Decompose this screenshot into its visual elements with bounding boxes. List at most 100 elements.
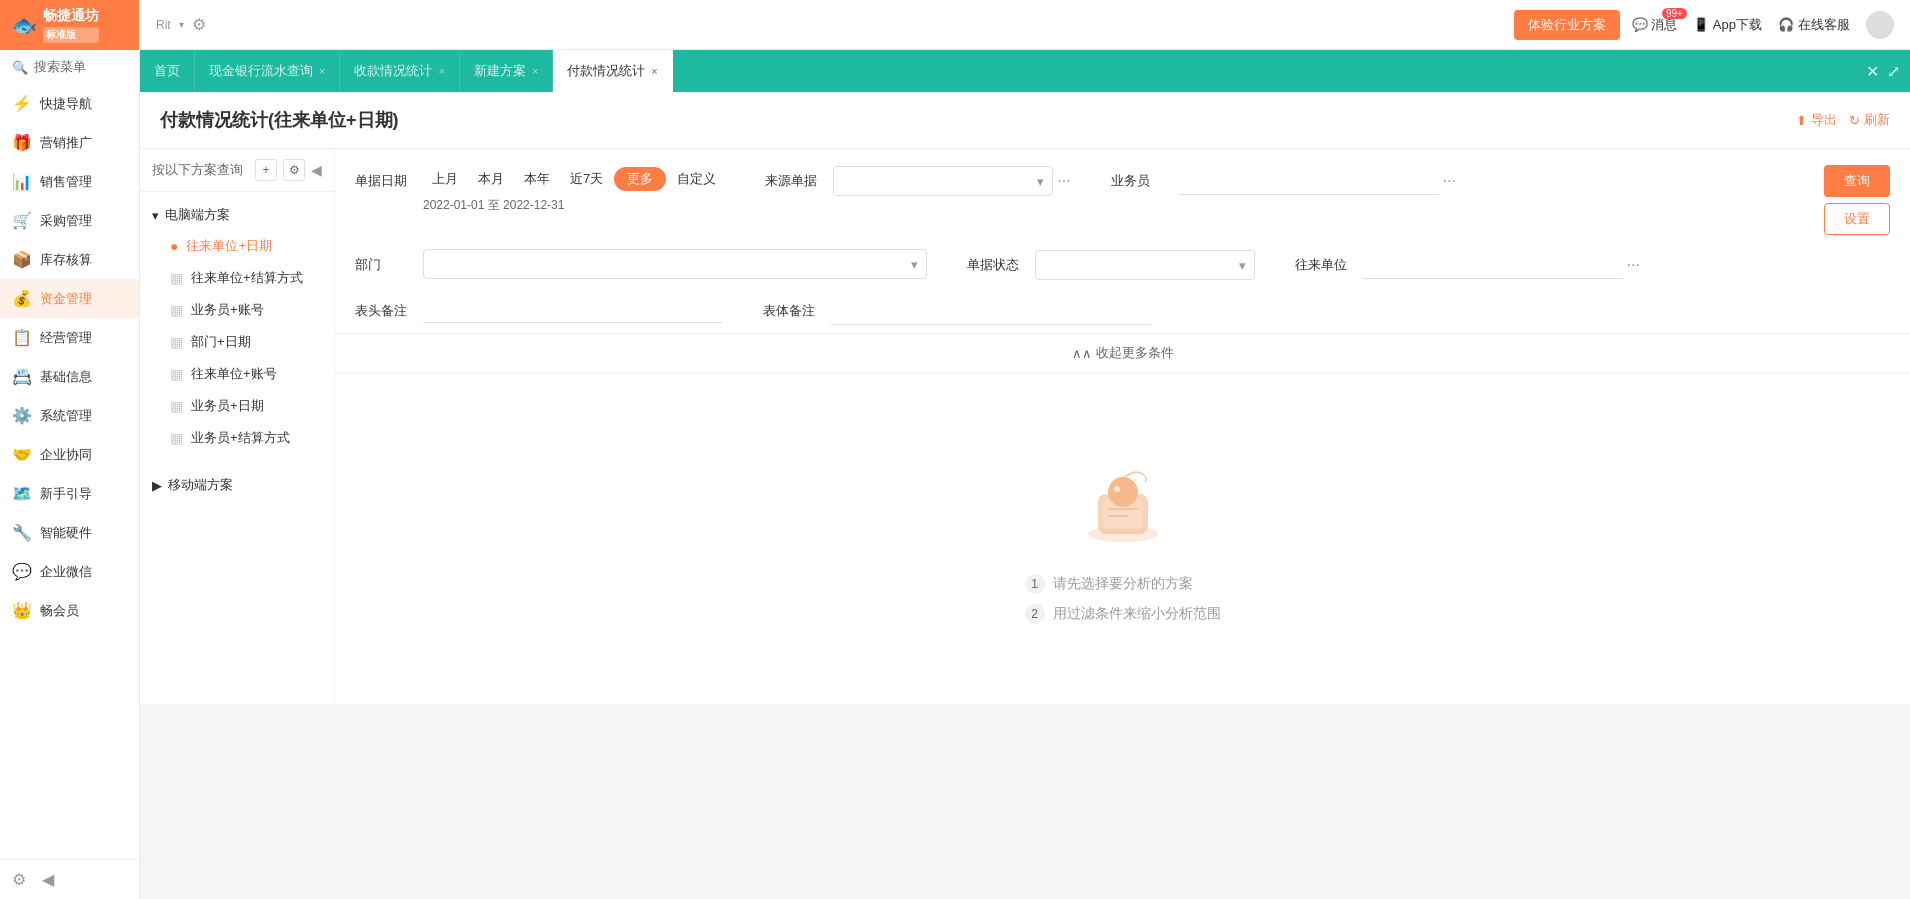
- date-btn-this-year[interactable]: 本年: [515, 165, 559, 193]
- status-select[interactable]: ▾: [1035, 250, 1255, 280]
- date-btn-7days[interactable]: 近7天: [561, 165, 612, 193]
- partner-dots[interactable]: ···: [1627, 256, 1640, 274]
- status-filter-group: 单据状态 ▾: [967, 249, 1255, 281]
- date-btn-more[interactable]: 更多: [614, 167, 666, 191]
- trial-button[interactable]: 体验行业方案: [1514, 10, 1620, 40]
- purchase-icon: 🛒: [12, 211, 32, 230]
- date-filter-row: 单据日期 上月 本月 本年 近7天 更多 自定义 2022-01-01 至 20…: [355, 165, 1890, 235]
- scheme-item-salesman-settlement[interactable]: ▦ 业务员+结算方式: [140, 422, 334, 454]
- scheme-item-partner-account[interactable]: ▦ 往来单位+账号: [140, 358, 334, 390]
- pc-group-chevron: ▾: [152, 208, 159, 223]
- tip-text-2: 用过滤条件来缩小分析范围: [1053, 605, 1221, 623]
- logo: 🐟 畅捷通坊 标准版: [0, 0, 139, 50]
- sidebar-item-enterprise[interactable]: 🤝 企业协同: [0, 435, 139, 474]
- scheme-group-mobile-header[interactable]: ▶ 移动端方案: [140, 470, 334, 500]
- finance-icon: 💰: [12, 289, 32, 308]
- scheme-item-salesman-date[interactable]: ▦ 业务员+日期: [140, 390, 334, 422]
- notification-count: 99+: [1662, 8, 1687, 19]
- export-button[interactable]: ⬆ 导出: [1796, 111, 1837, 129]
- sidebar-item-wechat[interactable]: 💬 企业微信: [0, 552, 139, 591]
- scheme-item-salesman-account[interactable]: ▦ 业务员+账号: [140, 294, 334, 326]
- online-service-button[interactable]: 🎧 在线客服: [1778, 16, 1850, 34]
- expand-icon[interactable]: ⤢: [1887, 62, 1900, 81]
- user-avatar[interactable]: [1866, 11, 1894, 39]
- app-download-button[interactable]: 📱 App下载: [1693, 16, 1762, 34]
- sidebar-item-label: 库存核算: [40, 251, 92, 269]
- tip-num-2: 2: [1025, 604, 1045, 624]
- scheme-item-dept-date[interactable]: ▦ 部门+日期: [140, 326, 334, 358]
- add-scheme-button[interactable]: +: [255, 159, 277, 181]
- panel-header: 按以下方案查询 + ⚙ ◀: [140, 149, 334, 192]
- tab-payment-close[interactable]: ×: [651, 65, 657, 77]
- sidebar-item-basic-info[interactable]: 📇 基础信息: [0, 357, 139, 396]
- sidebar-item-operations[interactable]: 📋 经营管理: [0, 318, 139, 357]
- tab-bank-flow-close[interactable]: ×: [319, 65, 325, 77]
- sidebar-item-label: 快捷导航: [40, 95, 92, 113]
- scheme-group-pc-header[interactable]: ▾ 电脑端方案: [140, 200, 334, 230]
- sidebar-item-label: 资金管理: [40, 290, 92, 308]
- note1-label: 表头备注: [355, 295, 423, 327]
- tab-payment-stats[interactable]: 付款情况统计 ×: [553, 50, 672, 92]
- member-icon: 👑: [12, 601, 32, 620]
- source-select[interactable]: ▾: [833, 166, 1053, 196]
- sidebar-item-label: 系统管理: [40, 407, 92, 425]
- scheme-item-partner-settlement[interactable]: ▦ 往来单位+结算方式: [140, 262, 334, 294]
- salesman-input[interactable]: [1179, 167, 1439, 195]
- page-header-actions: ⬆ 导出 ↻ 刷新: [1796, 111, 1890, 145]
- tab-new-plan-close[interactable]: ×: [532, 65, 538, 77]
- notification-button[interactable]: 💬 消息 99+: [1632, 16, 1677, 34]
- partner-input[interactable]: [1363, 251, 1623, 279]
- tab-receipt-stats[interactable]: 收款情况统计 ×: [340, 50, 459, 92]
- scheme-item-partner-date[interactable]: ● 往来单位+日期: [140, 230, 334, 262]
- source-dots[interactable]: ···: [1057, 172, 1070, 190]
- svg-point-3: [1108, 477, 1138, 507]
- date-btn-last-month[interactable]: 上月: [423, 165, 467, 193]
- system-icon: ⚙️: [12, 406, 32, 425]
- collapse-panel-icon[interactable]: ◀: [311, 162, 322, 178]
- sidebar-item-label: 智能硬件: [40, 524, 92, 542]
- filter-settings-button[interactable]: 设置: [1824, 203, 1890, 235]
- scheme-settings-button[interactable]: ⚙: [283, 159, 305, 181]
- sidebar-item-member[interactable]: 👑 畅会员: [0, 591, 139, 630]
- sidebar-item-marketing[interactable]: 🎁 营销推广: [0, 123, 139, 162]
- sidebar-item-hardware[interactable]: 🔧 智能硬件: [0, 513, 139, 552]
- close-all-tabs-icon[interactable]: ✕: [1866, 62, 1879, 81]
- note2-input[interactable]: [831, 297, 1151, 325]
- note1-input[interactable]: [423, 295, 723, 323]
- refresh-button[interactable]: ↻ 刷新: [1849, 111, 1890, 129]
- main-area: Rit ▾ ⚙ 体验行业方案 💬 消息 99+ 📱 App下载 🎧 在线客服 首: [140, 0, 1910, 899]
- collapse-sidebar-icon[interactable]: ◀: [42, 870, 54, 889]
- search-label: 搜索菜单: [34, 58, 86, 76]
- sidebar-item-finance[interactable]: 💰 资金管理: [0, 279, 139, 318]
- sidebar-item-inventory[interactable]: 📦 库存核算: [0, 240, 139, 279]
- right-content: 单据日期 上月 本月 本年 近7天 更多 自定义 2022-01-01 至 20…: [335, 149, 1910, 704]
- status-chevron-icon: ▾: [1239, 258, 1246, 273]
- header-settings-icon[interactable]: ⚙: [192, 15, 206, 34]
- sidebar-search[interactable]: 🔍 搜索菜单: [0, 50, 139, 84]
- sidebar-item-sales[interactable]: 📊 销售管理: [0, 162, 139, 201]
- tab-home[interactable]: 首页: [140, 50, 195, 92]
- salesman-dots[interactable]: ···: [1443, 172, 1456, 190]
- salesman-filter-group: 业务员 ···: [1111, 165, 1808, 197]
- collapse-bar[interactable]: ∧∧ 收起更多条件: [335, 333, 1910, 372]
- export-label: 导出: [1811, 111, 1837, 129]
- date-btn-this-month[interactable]: 本月: [469, 165, 513, 193]
- sidebar-item-purchase[interactable]: 🛒 采购管理: [0, 201, 139, 240]
- date-btn-custom[interactable]: 自定义: [668, 165, 725, 193]
- notification-icon: 💬: [1632, 17, 1648, 32]
- sidebar-item-label: 畅会员: [40, 602, 79, 620]
- content-area: 付款情况统计(往来单位+日期) ⬆ 导出 ↻ 刷新 按以下方案查询: [140, 92, 1910, 899]
- sidebar-item-quick-nav[interactable]: ⚡ 快捷导航: [0, 84, 139, 123]
- tab-receipt-close[interactable]: ×: [438, 65, 444, 77]
- tab-bank-flow[interactable]: 现金银行流水查询 ×: [195, 50, 340, 92]
- tab-new-plan[interactable]: 新建方案 ×: [460, 50, 553, 92]
- dept-label: 部门: [355, 249, 423, 281]
- dept-select[interactable]: ▾: [423, 249, 927, 279]
- dept-chevron-icon: ▾: [911, 257, 918, 272]
- sidebar-item-guide[interactable]: 🗺️ 新手引导: [0, 474, 139, 513]
- query-button[interactable]: 查询: [1824, 165, 1890, 197]
- app-download-icon: 📱: [1693, 17, 1709, 32]
- sidebar-item-system[interactable]: ⚙️ 系统管理: [0, 396, 139, 435]
- tab-bar-actions: ✕ ⤢: [1866, 62, 1910, 81]
- settings-bottom-icon[interactable]: ⚙: [12, 870, 26, 889]
